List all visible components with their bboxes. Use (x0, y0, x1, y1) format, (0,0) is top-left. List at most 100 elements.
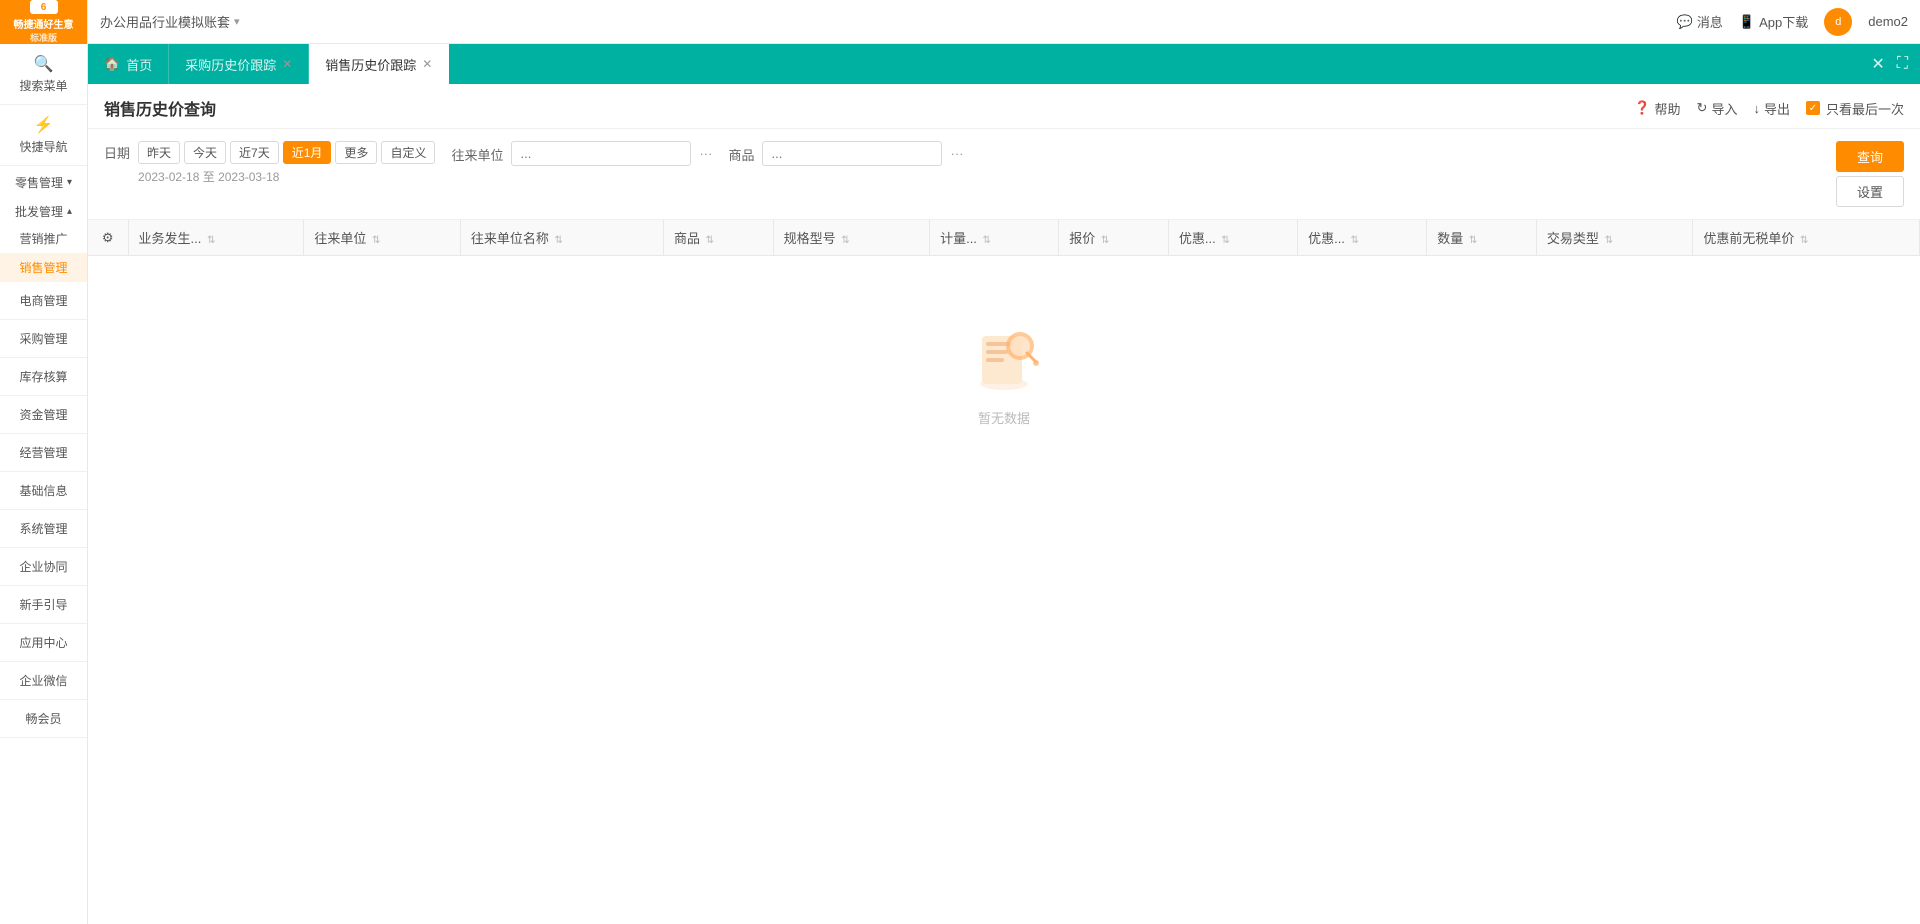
page-header: 销售历史价查询 ❓ 帮助 ↻ 导入 ↓ 导出 ✓ 只看最后一次 (88, 84, 1920, 129)
goods-search-icon[interactable]: ··· (950, 146, 963, 161)
filter-bar: 日期 昨天 今天 近7天 近1月 更多 自定义 2023-02-18 至 202… (88, 129, 1920, 220)
close-icon[interactable]: ✕ (422, 57, 432, 71)
partner-label: 往来单位 (451, 143, 503, 164)
sidebar-item-retail[interactable]: 零售管理 ▾ (0, 166, 87, 195)
close-icon[interactable]: ✕ (282, 57, 292, 71)
sidebar-item-basic-info[interactable]: 基础信息 (0, 472, 87, 510)
tab-sales-history-label: 销售历史价跟踪 (325, 55, 416, 74)
close-tab-button[interactable]: ✕ (1871, 54, 1884, 74)
home-icon: 🏠 (104, 56, 120, 72)
table-header-row: ⚙ 业务发生... ⇅ 往来单位 ⇅ 往来单位名称 ⇅ (88, 220, 1920, 256)
sort-icon: ⇅ (1800, 235, 1808, 246)
app-download-button[interactable]: 📱 App下载 (1739, 12, 1808, 31)
col-quantity[interactable]: 数量 ⇅ (1427, 220, 1537, 256)
col-goods[interactable]: 商品 ⇅ (663, 220, 773, 256)
sidebar-item-wechat[interactable]: 企业微信 (0, 662, 87, 700)
sort-icon: ⇅ (1605, 235, 1613, 246)
empty-illustration (964, 316, 1044, 396)
sales-mgmt-label: 销售管理 (19, 261, 67, 275)
export-label: 导出 (1764, 99, 1790, 118)
query-button[interactable]: 查询 (1836, 141, 1904, 172)
col-spec[interactable]: 规格型号 ⇅ (773, 220, 929, 256)
user-avatar[interactable]: d (1824, 8, 1852, 36)
system-label: 系统管理 (19, 520, 67, 537)
sort-icon: ⇅ (983, 235, 991, 246)
settings-icon: ⚙ (102, 230, 114, 245)
sidebar-item-inventory[interactable]: 库存核算 (0, 358, 87, 396)
goods-label: 商品 (728, 143, 754, 164)
workspace-selector[interactable]: 办公用品行业模拟账套 ▾ (100, 12, 240, 31)
enterprise-label: 企业协同 (19, 558, 67, 575)
sort-icon: ⇅ (554, 235, 562, 246)
sort-icon: ⇅ (706, 235, 714, 246)
tabbar-spacer (449, 44, 1859, 84)
date-btn-yesterday[interactable]: 昨天 (138, 141, 180, 164)
col-discount2[interactable]: 优惠... ⇅ (1298, 220, 1427, 256)
col-partner-code[interactable]: 往来单位 ⇅ (304, 220, 460, 256)
help-button[interactable]: ❓ 帮助 (1634, 99, 1680, 118)
import-button[interactable]: ↻ 导入 (1697, 99, 1738, 118)
date-btn-7days[interactable]: 近7天 (230, 141, 279, 164)
sort-icon: ⇅ (1469, 235, 1477, 246)
sidebar-item-marketing[interactable]: 营销推广 (0, 224, 87, 253)
only-last-checkbox[interactable]: ✓ 只看最后一次 (1806, 99, 1904, 118)
col-settings[interactable]: ⚙ (88, 220, 128, 256)
message-icon: 💬 (1677, 14, 1693, 30)
app-center-label: 应用中心 (19, 634, 67, 651)
tab-purchase-history-label: 采购历史价跟踪 (185, 55, 276, 74)
col-trade-type[interactable]: 交易类型 ⇅ (1536, 220, 1692, 256)
sort-icon: ⇅ (1101, 235, 1109, 246)
col-biz-date[interactable]: 业务发生... ⇅ (128, 220, 304, 256)
sidebar-item-system[interactable]: 系统管理 (0, 510, 87, 548)
purchase-label: 采购管理 (19, 330, 67, 347)
tabbar: 🏠 首页 采购历史价跟踪 ✕ 销售历史价跟踪 ✕ ✕ ⛶ (88, 44, 1920, 84)
app-version: 标准版 (30, 31, 57, 44)
tab-home[interactable]: 🏠 首页 (88, 44, 169, 84)
export-button[interactable]: ↓ 导出 (1753, 99, 1790, 118)
sidebar-item-search[interactable]: 🔍 搜索菜单 (0, 44, 87, 105)
new-guide-label: 新手引导 (19, 596, 67, 613)
col-unit[interactable]: 计量... ⇅ (930, 220, 1059, 256)
sidebar-item-shortcut[interactable]: ⚡ 快捷导航 (0, 105, 87, 166)
sidebar-item-purchase[interactable]: 采购管理 (0, 320, 87, 358)
retail-label: 零售管理 (15, 174, 63, 191)
sidebar-item-app-center[interactable]: 应用中心 (0, 624, 87, 662)
message-button[interactable]: 💬 消息 (1677, 12, 1723, 31)
col-partner-name[interactable]: 往来单位名称 ⇅ (460, 220, 663, 256)
date-btn-1month[interactable]: 近1月 (283, 141, 332, 164)
tab-sales-history[interactable]: 销售历史价跟踪 ✕ (309, 44, 449, 84)
date-btn-custom[interactable]: 自定义 (381, 141, 435, 164)
sort-icon: ⇅ (372, 235, 380, 246)
sidebar-item-sales-mgmt[interactable]: 销售管理 (0, 253, 87, 282)
download-icon: 📱 (1739, 14, 1755, 30)
goods-input[interactable] (762, 141, 942, 166)
date-btn-more[interactable]: 更多 (335, 141, 377, 164)
sidebar-item-operation[interactable]: 经营管理 (0, 434, 87, 472)
sidebar-item-finance[interactable]: 资金管理 (0, 396, 87, 434)
app-logo[interactable]: 6 畅捷通好生意 标准版 (0, 0, 87, 44)
col-quote[interactable]: 报价 ⇅ (1059, 220, 1169, 256)
table-container: ⚙ 业务发生... ⇅ 往来单位 ⇅ 往来单位名称 ⇅ (88, 220, 1920, 924)
basic-info-label: 基础信息 (19, 482, 67, 499)
marketing-label: 营销推广 (19, 232, 67, 246)
user-name[interactable]: demo2 (1868, 14, 1908, 29)
empty-text: 暂无数据 (978, 408, 1030, 427)
tab-purchase-history[interactable]: 采购历史价跟踪 ✕ (169, 44, 309, 84)
tab-home-label: 首页 (126, 55, 152, 74)
sidebar-item-ecommerce[interactable]: 电商管理 (0, 282, 87, 320)
partner-input[interactable] (511, 141, 691, 166)
partner-search-icon[interactable]: ··· (699, 146, 712, 161)
col-pretax-price[interactable]: 优惠前无税单价 ⇅ (1693, 220, 1920, 256)
message-label: 消息 (1697, 12, 1723, 31)
sidebar-item-enterprise[interactable]: 企业协同 (0, 548, 87, 586)
help-icon: ❓ (1634, 100, 1650, 116)
col-discount1[interactable]: 优惠... ⇅ (1168, 220, 1297, 256)
sidebar-item-new-guide[interactable]: 新手引导 (0, 586, 87, 624)
only-last-label: 只看最后一次 (1826, 99, 1904, 118)
sidebar-item-member[interactable]: 畅会员 (0, 700, 87, 738)
date-btn-today[interactable]: 今天 (184, 141, 226, 164)
settings-button[interactable]: 设置 (1836, 176, 1904, 207)
date-range-text: 2023-02-18 至 2023-03-18 (138, 168, 435, 185)
sidebar-item-wholesale[interactable]: 批发管理 ▴ (0, 195, 87, 224)
maximize-button[interactable]: ⛶ (1897, 55, 1908, 73)
